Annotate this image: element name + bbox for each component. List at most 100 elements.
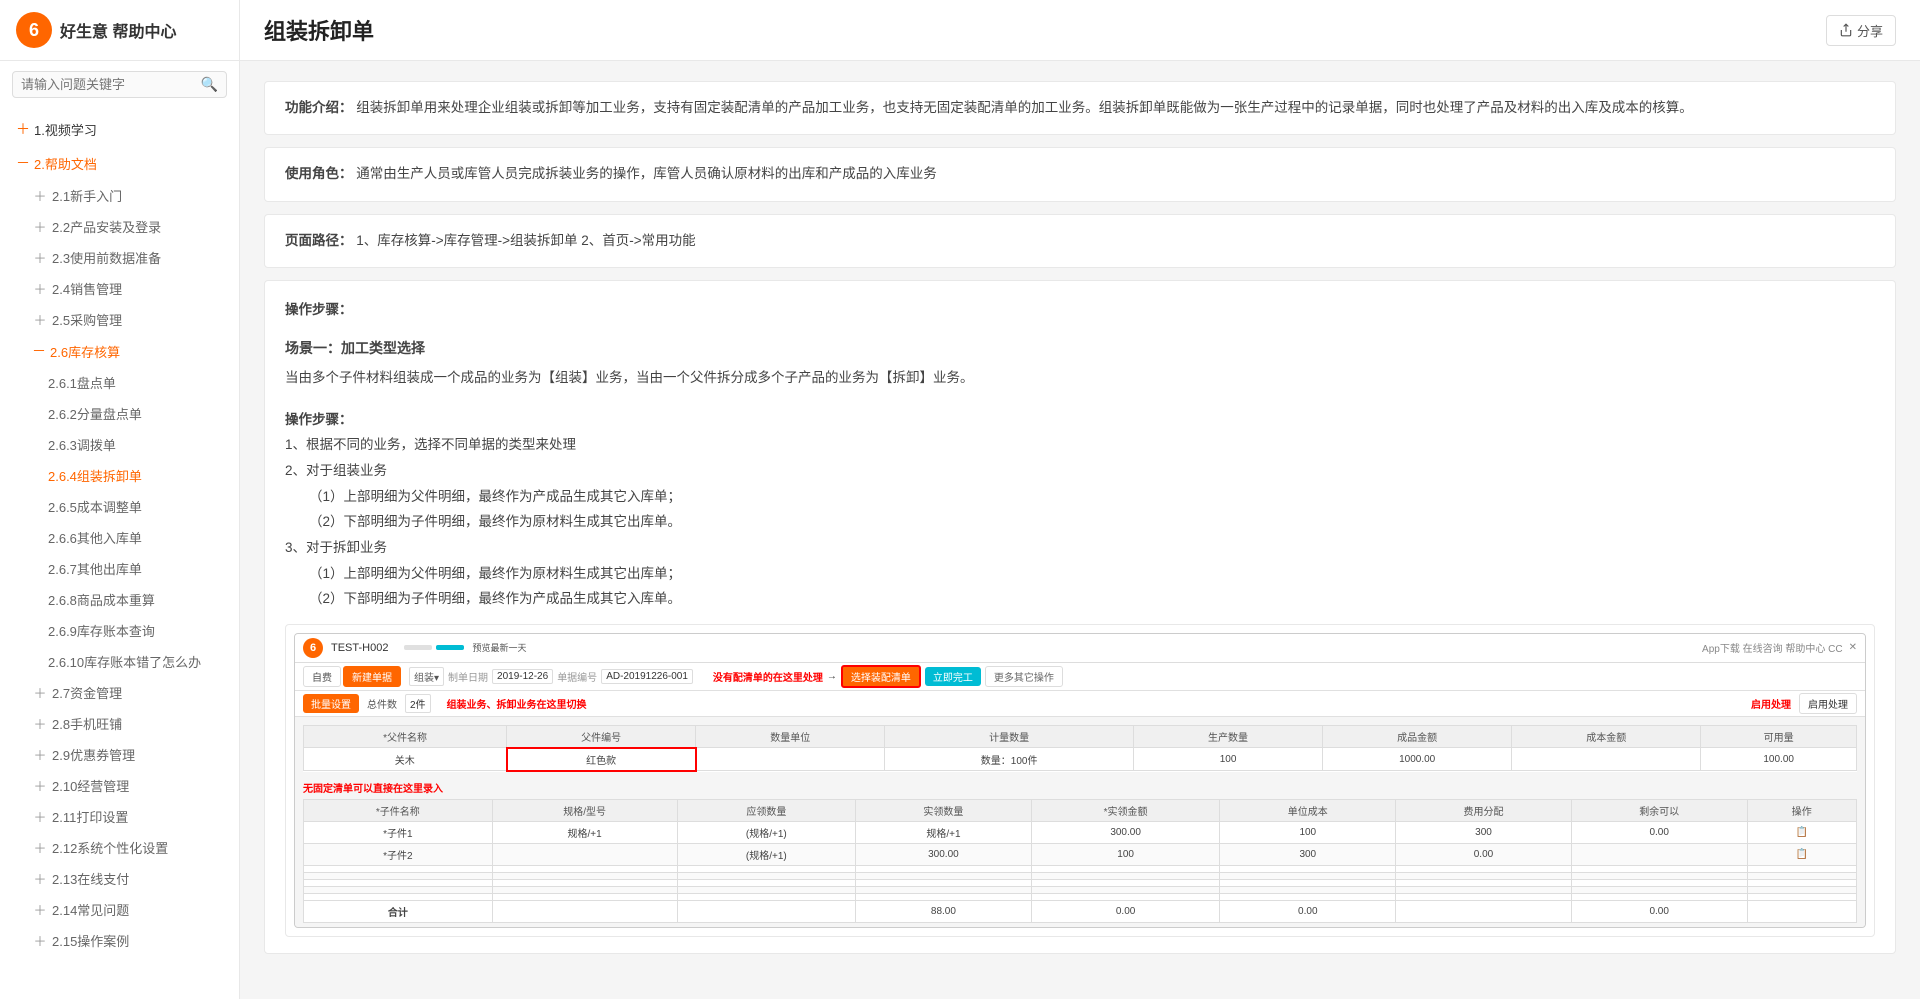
sidebar-item-cases[interactable]: ＋ 2.15操作案例	[0, 925, 239, 956]
sidebar-item-268[interactable]: 2.6.8商品成本重算	[0, 584, 239, 615]
sidebar-label-mobile: 2.8手机旺铺	[52, 714, 122, 733]
close-icon[interactable]: ✕	[1849, 642, 1857, 653]
sidebar-item-system[interactable]: ＋ 2.12系统个性化设置	[0, 832, 239, 863]
btn-more-ops[interactable]: 更多其它操作	[985, 666, 1063, 687]
child-table: *子件名称 规格/型号 应领数量 实领数量 *实领金额 单位成本 费用分配 剩余…	[303, 799, 1857, 923]
expand-icon-stock: －	[32, 341, 46, 361]
col-child-unitcost: 单位成本	[1220, 799, 1396, 821]
path-label: 页面路径：	[285, 233, 353, 248]
col-child-name: *子件名称	[304, 799, 493, 821]
annotation-no-list: 没有配清单的在这里处理	[713, 669, 823, 684]
sidebar-item-264[interactable]: 2.6.4组装拆卸单	[0, 460, 239, 491]
sidebar-label-2610: 2.6.10库存账本错了怎么办	[48, 652, 201, 671]
table-row: *子件2 (规格/+1) 300.00 100 300 0.00 📋	[304, 843, 1857, 865]
parent-unit-cell	[696, 748, 885, 771]
col-child-actual: 实领数量	[856, 799, 1032, 821]
sidebar-item-mobile[interactable]: ＋ 2.8手机旺铺	[0, 708, 239, 739]
sidebar-item-print[interactable]: ＋ 2.11打印设置	[0, 801, 239, 832]
sidebar-item-docs[interactable]: － 2.帮助文档	[0, 146, 239, 180]
col-child-plan: 应领数量	[677, 799, 856, 821]
sidebar-item-biz[interactable]: ＋ 2.10经营管理	[0, 770, 239, 801]
sidebar-item-install[interactable]: ＋ 2.2产品安装及登录	[0, 211, 239, 242]
type-select-zuangzhuang[interactable]: 组装▾	[409, 667, 444, 686]
sidebar-item-2610[interactable]: 2.6.10库存账本错了怎么办	[0, 646, 239, 677]
sidebar-item-video[interactable]: ＋ 1.视频学习	[0, 112, 239, 146]
sidebar-label-payment: 2.13在线支付	[52, 869, 129, 888]
btn-select-list[interactable]: 选择装配清单	[841, 665, 921, 688]
sidebar-item-269[interactable]: 2.6.9库存账本查询	[0, 615, 239, 646]
btn-immediate[interactable]: 立即完工	[925, 667, 981, 686]
func-intro-block: 功能介绍： 组装拆卸单用来处理企业组装或拆卸等加工业务，支持有固定装配清单的产品…	[264, 81, 1896, 135]
sidebar-item-faq[interactable]: ＋ 2.14常见问题	[0, 894, 239, 925]
sidebar-item-262[interactable]: 2.6.2分量盘点单	[0, 398, 239, 429]
search-box[interactable]: 🔍	[12, 71, 227, 98]
annotation-enable: 启用处理	[1751, 696, 1791, 711]
app-top-icons: App下载 在线咨询 帮助中心 CC ✕	[1702, 640, 1857, 655]
step3-sub1: （1）上部明细为父件明细，最终作为原材料生成其它出库单；	[285, 561, 1875, 587]
step3-sub2: （2）下部明细为子件明细，最终作为产成品生成其它入库单。	[285, 586, 1875, 612]
tab-new[interactable]: 新建单据	[343, 666, 401, 687]
sidebar-label-stock: 2.6库存核算	[50, 342, 120, 361]
expand-icon-new: ＋	[32, 188, 48, 204]
share-icon	[1839, 23, 1853, 37]
content-area: 功能介绍： 组装拆卸单用来处理企业组装或拆卸等加工业务，支持有固定装配清单的产品…	[240, 61, 1920, 999]
sidebar-label-biz: 2.10经营管理	[52, 776, 129, 795]
sidebar-item-prepare[interactable]: ＋ 2.3使用前数据准备	[0, 242, 239, 273]
total-count-value: 2件	[405, 694, 431, 713]
expand-icon-video: ＋	[16, 119, 30, 139]
scenario-1-desc: 当由多个子件材料组装成一个成品的业务为【组装】业务，当由一个父件拆分成多个子产品…	[285, 365, 1875, 391]
col-child-amount: *实领金额	[1031, 799, 1220, 821]
sidebar-label-faq: 2.14常见问题	[52, 900, 129, 919]
total-count-label: 总件数	[367, 696, 397, 711]
expand-icon-payment: ＋	[32, 871, 48, 887]
sidebar-item-new[interactable]: ＋ 2.1新手入门	[0, 180, 239, 211]
sidebar-label-install: 2.2产品安装及登录	[52, 217, 161, 236]
share-button[interactable]: 分享	[1826, 15, 1896, 46]
sidebar-item-finance[interactable]: ＋ 2.7资金管理	[0, 677, 239, 708]
sidebar-item-stock[interactable]: － 2.6库存核算	[0, 335, 239, 367]
tab-zifei[interactable]: 自费	[303, 666, 341, 687]
step2-sub2: （2）下部明细为子件明细，最终作为原材料生成其它出库单。	[285, 509, 1875, 535]
sidebar-item-261[interactable]: 2.6.1盘点单	[0, 367, 239, 398]
table-row	[304, 879, 1857, 886]
date-value[interactable]: 2019-12-26	[492, 669, 553, 684]
col-child-spec: 规格/型号	[492, 799, 677, 821]
sidebar-item-265[interactable]: 2.6.5成本调整单	[0, 491, 239, 522]
expand-icon-install: ＋	[32, 219, 48, 235]
expand-icon-sales: ＋	[32, 281, 48, 297]
sidebar-label-finance: 2.7资金管理	[52, 683, 122, 702]
table-row: 关木 红色款 数量：100件 100 1000.00 100.00	[304, 748, 1857, 771]
expand-icon-coupon: ＋	[32, 747, 48, 763]
btn-batch[interactable]: 批量设置	[303, 694, 359, 713]
topbar: 组装拆卸单 分享	[240, 0, 1920, 61]
step2-sub1: （1）上部明细为父件明细，最终作为产成品生成其它入库单；	[285, 484, 1875, 510]
search-input[interactable]	[21, 77, 201, 92]
btn-qiyong[interactable]: 启用处理	[1799, 693, 1857, 714]
logo-text: 好生意 帮助中心	[60, 18, 176, 42]
sidebar-item-267[interactable]: 2.6.7其他出库单	[0, 553, 239, 584]
sidebar-item-263[interactable]: 2.6.3调拨单	[0, 429, 239, 460]
logo-icon: 6	[16, 12, 52, 48]
sidebar-label-purchase: 2.5采购管理	[52, 310, 122, 329]
table-row	[304, 893, 1857, 900]
table-row	[304, 886, 1857, 893]
sidebar-item-purchase[interactable]: ＋ 2.5采购管理	[0, 304, 239, 335]
sidebar-label-265: 2.6.5成本调整单	[48, 497, 142, 516]
screenshot-container: 6 TEST-H002 预览最新一天 App下载 在线咨询 帮助中心 CC ✕	[285, 624, 1875, 937]
order-label: 单据编号	[557, 669, 597, 684]
sidebar-item-266[interactable]: 2.6.6其他入库单	[0, 522, 239, 553]
path-text: 1、库存核算->库存管理->组装拆卸单 2、首页->常用功能	[356, 233, 695, 248]
sidebar-label-261: 2.6.1盘点单	[48, 373, 116, 392]
expand-icon-biz: ＋	[32, 778, 48, 794]
expand-icon-purchase: ＋	[32, 312, 48, 328]
col-parent-cost: 成品金额	[1323, 725, 1512, 748]
sidebar-item-sales[interactable]: ＋ 2.4销售管理	[0, 273, 239, 304]
app-titlebar: 6 TEST-H002 预览最新一天 App下载 在线咨询 帮助中心 CC ✕	[295, 634, 1865, 663]
search-icon[interactable]: 🔍	[201, 76, 218, 93]
col-parent-basecost: 成本金额	[1512, 725, 1701, 748]
sidebar-label-cases: 2.15操作案例	[52, 931, 129, 950]
sidebar-item-payment[interactable]: ＋ 2.13在线支付	[0, 863, 239, 894]
steps-block: 操作步骤： 场景一：加工类型选择 当由多个子件材料组装成一个成品的业务为【组装】…	[264, 280, 1896, 954]
ops-title: 操作步骤：	[285, 297, 1875, 323]
sidebar-item-coupon[interactable]: ＋ 2.9优惠券管理	[0, 739, 239, 770]
